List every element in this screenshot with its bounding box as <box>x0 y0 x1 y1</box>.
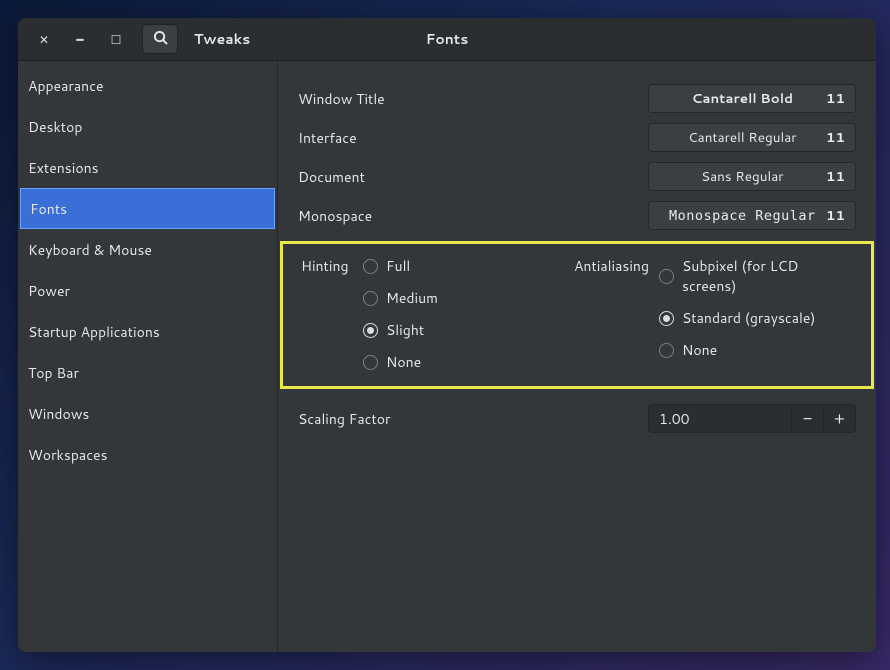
scaling-value: 1.00 <box>649 409 791 429</box>
sidebar-item-windows[interactable]: Windows <box>18 393 277 434</box>
font-row-label: Monospace <box>298 206 648 226</box>
radio-icon <box>659 343 674 358</box>
app-title: Tweaks <box>194 29 250 49</box>
font-chooser-button[interactable]: Monospace Regular11 <box>648 201 856 230</box>
font-row-label: Interface <box>298 128 648 148</box>
radio-label: Medium <box>386 288 438 308</box>
font-name: Cantarell Regular <box>659 128 826 147</box>
tweaks-window: Fonts ✕ ━ ☐ Tweaks AppearanceDesktopExte… <box>18 18 876 652</box>
radio-label: Subpixel (for LCD screens) <box>682 256 853 296</box>
sidebar-item-appearance[interactable]: Appearance <box>18 65 277 106</box>
scaling-increment[interactable]: + <box>823 405 855 432</box>
scaling-label: Scaling Factor <box>298 409 648 429</box>
hinting-option-full[interactable]: Full <box>363 256 438 276</box>
font-chooser-button[interactable]: Sans Regular11 <box>648 162 856 191</box>
sidebar-item-power[interactable]: Power <box>18 270 277 311</box>
radio-label: None <box>682 340 717 360</box>
radio-label: None <box>386 352 421 372</box>
scaling-spinner[interactable]: 1.00 − + <box>648 404 856 433</box>
font-chooser-button[interactable]: Cantarell Regular11 <box>648 123 856 152</box>
content-area: Window TitleCantarell Bold11InterfaceCan… <box>278 61 876 652</box>
font-size: 11 <box>826 128 845 147</box>
font-name: Monospace Regular <box>659 208 826 224</box>
font-size: 11 <box>826 206 845 225</box>
radio-label: Standard (grayscale) <box>682 308 816 328</box>
radio-icon <box>659 269 674 284</box>
hinting-group: Full Medium Slight None <box>363 254 438 372</box>
sidebar-item-fonts[interactable]: Fonts <box>20 188 275 229</box>
font-chooser-button[interactable]: Cantarell Bold11 <box>648 84 856 113</box>
close-button[interactable]: ✕ <box>26 25 62 53</box>
font-size: 11 <box>826 89 845 108</box>
search-button[interactable] <box>142 24 178 54</box>
font-row-interface: InterfaceCantarell Regular11 <box>298 118 856 157</box>
font-name: Cantarell Bold <box>659 89 826 108</box>
font-row-label: Document <box>298 167 648 187</box>
hinting-option-medium[interactable]: Medium <box>363 288 438 308</box>
sidebar-item-extensions[interactable]: Extensions <box>18 147 277 188</box>
radio-icon <box>363 355 378 370</box>
font-name: Sans Regular <box>659 167 826 186</box>
antialiasing-group: Subpixel (for LCD screens) Standard (gray… <box>659 254 853 372</box>
radio-label: Full <box>386 256 410 276</box>
sidebar-item-keyboard-mouse[interactable]: Keyboard & Mouse <box>18 229 277 270</box>
sidebar-item-workspaces[interactable]: Workspaces <box>18 434 277 475</box>
radio-icon <box>363 291 378 306</box>
antialiasing-option-standard-grayscale-[interactable]: Standard (grayscale) <box>659 308 853 328</box>
minimize-button[interactable]: ━ <box>62 25 98 53</box>
font-row-document: DocumentSans Regular11 <box>298 157 856 196</box>
window-body: AppearanceDesktopExtensionsFontsKeyboard… <box>18 61 876 652</box>
antialiasing-label: Antialiasing <box>571 254 659 372</box>
antialiasing-option-subpixel-for-lcd-screens-[interactable]: Subpixel (for LCD screens) <box>659 256 853 296</box>
scaling-decrement[interactable]: − <box>791 405 823 432</box>
hinting-option-none[interactable]: None <box>363 352 438 372</box>
font-row-label: Window Title <box>298 89 648 109</box>
hinting-option-slight[interactable]: Slight <box>363 320 438 340</box>
font-row-monospace: MonospaceMonospace Regular11 <box>298 196 856 235</box>
sidebar-item-startup-applications[interactable]: Startup Applications <box>18 311 277 352</box>
font-row-window-title: Window TitleCantarell Bold11 <box>298 79 856 118</box>
search-icon <box>153 28 168 51</box>
radio-label: Slight <box>386 320 424 340</box>
sidebar-item-top-bar[interactable]: Top Bar <box>18 352 277 393</box>
radio-icon <box>363 259 378 274</box>
highlight-box: Hinting Full Medium Slight None Antialiasin… <box>280 241 874 389</box>
font-size: 11 <box>826 167 845 186</box>
sidebar-item-desktop[interactable]: Desktop <box>18 106 277 147</box>
antialiasing-option-none[interactable]: None <box>659 340 853 360</box>
radio-icon <box>659 311 674 326</box>
sidebar: AppearanceDesktopExtensionsFontsKeyboard… <box>18 61 278 652</box>
maximize-button[interactable]: ☐ <box>98 25 134 53</box>
hinting-label: Hinting <box>301 254 363 372</box>
scaling-row: Scaling Factor 1.00 − + <box>298 399 856 438</box>
radio-icon <box>363 323 378 338</box>
titlebar: Fonts ✕ ━ ☐ Tweaks <box>18 18 876 61</box>
